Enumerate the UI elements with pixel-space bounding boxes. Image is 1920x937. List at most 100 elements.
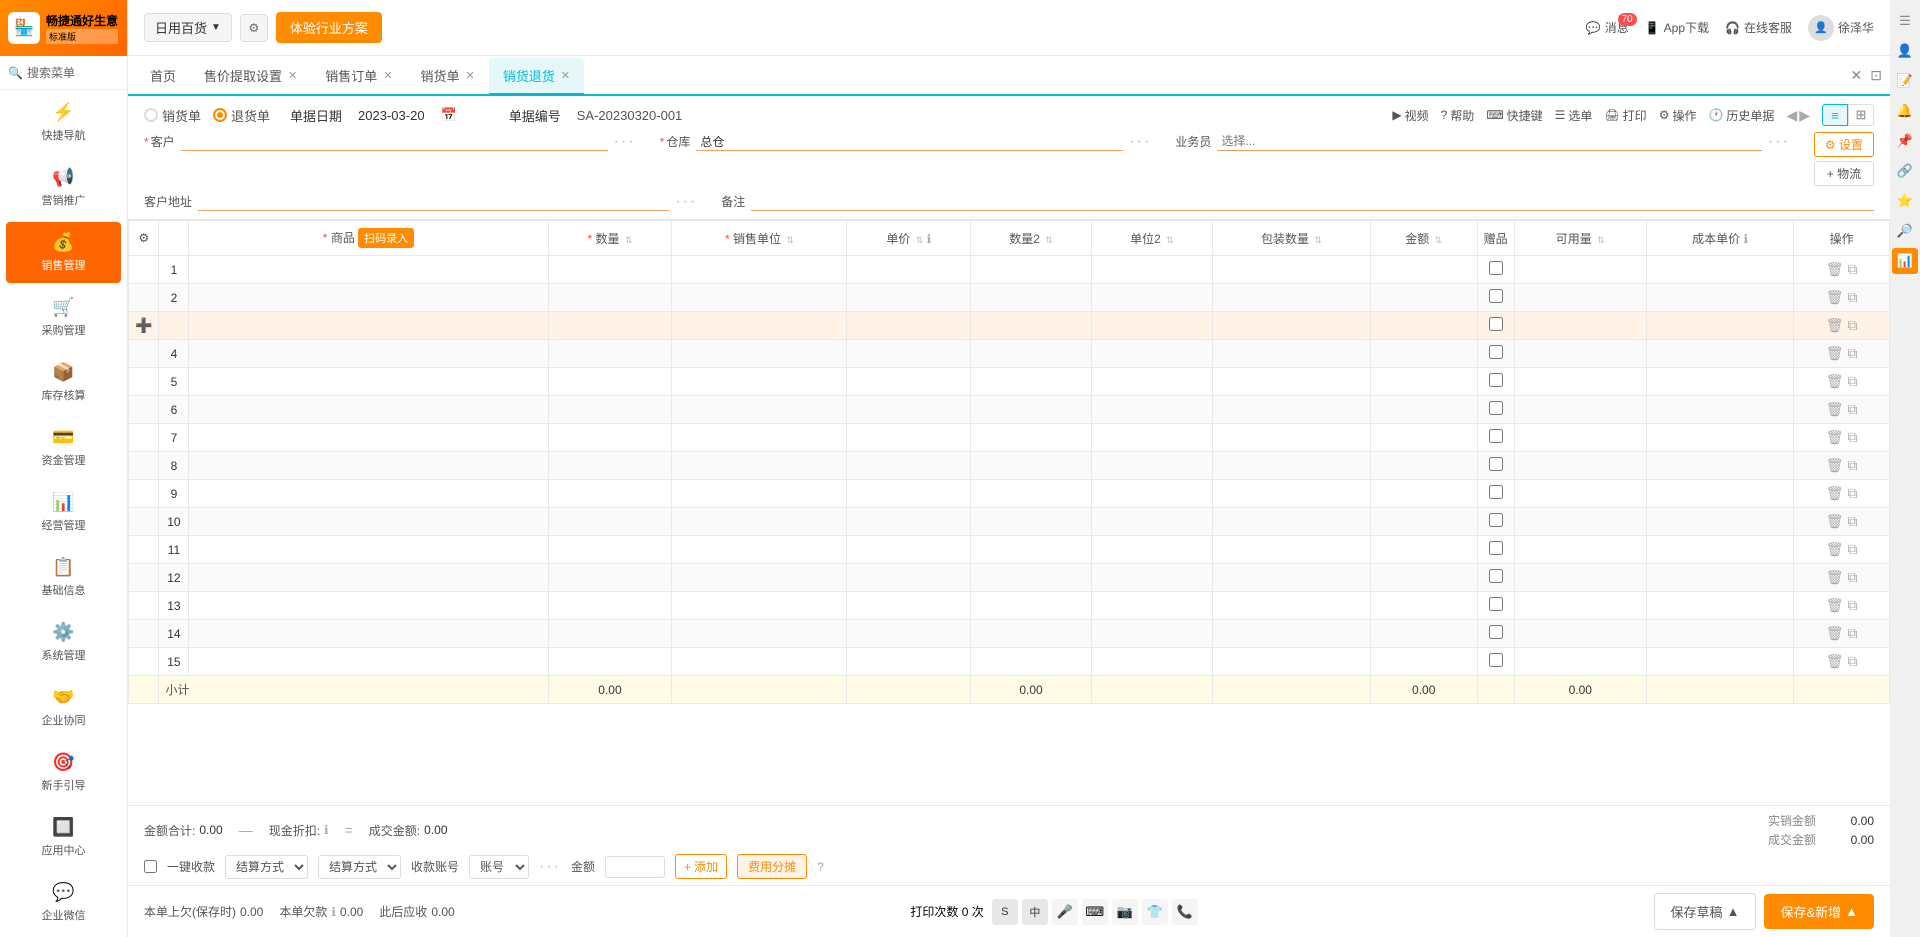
tab-sales-delivery[interactable]: 销货单 ✕: [406, 58, 488, 95]
row-3-price[interactable]: [847, 312, 971, 340]
row-3-delete-icon[interactable]: 🗑: [1826, 317, 1844, 334]
app-download-item[interactable]: 📱 App下载: [1645, 19, 1709, 36]
microphone-icon[interactable]: 🎤: [1052, 899, 1078, 925]
price-sort-icon[interactable]: ⇅: [916, 235, 924, 245]
salesperson-input[interactable]: [1217, 132, 1762, 151]
row-1-cost[interactable]: [1646, 256, 1793, 284]
save-draft-button[interactable]: 保存草稿 ▲: [1654, 893, 1757, 930]
row-delete-icon[interactable]: 🗑: [1826, 485, 1844, 502]
rp-icon-7[interactable]: ⭐: [1892, 188, 1918, 214]
row-delete-icon[interactable]: 🗑: [1826, 401, 1844, 418]
row-2-price[interactable]: [847, 284, 971, 312]
radio-sales[interactable]: 销货单: [144, 106, 201, 125]
save-new-button[interactable]: 保存&新增 ▲: [1764, 894, 1874, 929]
row-1-product[interactable]: [189, 256, 548, 284]
add-payment-btn[interactable]: + 添加: [675, 854, 727, 879]
rp-icon-2[interactable]: 👤: [1892, 38, 1918, 64]
row-delete-icon[interactable]: 🗑: [1826, 373, 1844, 390]
pkg-sort-icon[interactable]: ⇅: [1314, 235, 1322, 245]
sidebar-item-appstore[interactable]: 🔲 应用中心: [6, 807, 121, 868]
tab-sales-return[interactable]: 销货退货 ✕: [489, 58, 584, 95]
tab-maximize-icon[interactable]: ⊡: [1870, 67, 1882, 84]
nav-next-btn[interactable]: ▶: [1799, 107, 1810, 124]
row-copy-icon[interactable]: ⧉: [1848, 345, 1858, 362]
video-btn[interactable]: ▶ 视频: [1392, 107, 1428, 124]
input-method-s-icon[interactable]: S: [992, 899, 1018, 925]
message-icon-item[interactable]: 💬 消息 70: [1586, 19, 1629, 36]
phone-icon[interactable]: 📞: [1172, 899, 1198, 925]
user-item[interactable]: 👤 徐泽华: [1808, 15, 1874, 41]
radio-return[interactable]: 退货单: [213, 106, 270, 125]
one-click-checkbox[interactable]: [144, 860, 157, 873]
row-copy-icon[interactable]: ⧉: [1848, 373, 1858, 390]
row-3-qty2[interactable]: [971, 312, 1092, 340]
row-2-unit2[interactable]: [1091, 284, 1212, 312]
row-copy-icon[interactable]: ⧉: [1848, 541, 1858, 558]
row-copy-icon[interactable]: ⧉: [1848, 569, 1858, 586]
row-copy-icon[interactable]: ⧉: [1848, 513, 1858, 530]
available-sort-icon[interactable]: ⇅: [1597, 235, 1605, 245]
row-2-qty[interactable]: [548, 284, 672, 312]
rp-icon-5[interactable]: 📌: [1892, 128, 1918, 154]
rp-icon-8[interactable]: 🔎: [1892, 218, 1918, 244]
th-gear[interactable]: ⚙: [129, 221, 159, 256]
row-delete-icon[interactable]: 🗑: [1826, 569, 1844, 586]
row-1-unit[interactable]: [672, 256, 847, 284]
row-3-unit[interactable]: [672, 312, 847, 340]
input-method-z-icon[interactable]: 中: [1022, 899, 1048, 925]
sidebar-item-marketing[interactable]: 📢 营销推广: [6, 157, 121, 218]
row-2-gift[interactable]: [1477, 284, 1514, 312]
row-3-amount[interactable]: [1370, 312, 1477, 340]
row-copy-icon[interactable]: ⧉: [1848, 653, 1858, 670]
row-delete-icon[interactable]: 🗑: [1826, 541, 1844, 558]
row-delete-icon[interactable]: 🗑: [1826, 429, 1844, 446]
row-1-delete-icon[interactable]: 🗑: [1826, 261, 1844, 278]
row-1-price[interactable]: [847, 256, 971, 284]
row-1-qty[interactable]: [548, 256, 672, 284]
row-3-cost[interactable]: [1646, 312, 1793, 340]
warehouse-input[interactable]: [696, 132, 1123, 151]
view-list-btn[interactable]: ≡: [1822, 104, 1848, 126]
price-info-icon[interactable]: ℹ: [927, 232, 932, 246]
row-delete-icon[interactable]: 🗑: [1826, 513, 1844, 530]
row-3-pkg[interactable]: [1212, 312, 1370, 340]
row-copy-icon[interactable]: ⧉: [1848, 429, 1858, 446]
row-3-product[interactable]: [189, 312, 548, 340]
tab-close-sales-return[interactable]: ✕: [561, 69, 570, 82]
settlement-method-select[interactable]: 结算方式: [225, 855, 308, 879]
nav-prev-btn[interactable]: ◀: [1786, 107, 1797, 124]
sidebar-item-basic[interactable]: 📋 基础信息: [6, 547, 121, 608]
view-grid-btn[interactable]: ⊞: [1848, 104, 1874, 126]
keyboard-icon2[interactable]: ⌨: [1082, 899, 1108, 925]
tab-close-all-icon[interactable]: ✕: [1851, 67, 1863, 84]
row-3-gift-check[interactable]: [1489, 317, 1503, 331]
account-select[interactable]: 账号: [469, 855, 529, 879]
row-2-cost[interactable]: [1646, 284, 1793, 312]
sidebar-item-enterprise[interactable]: 🤝 企业协同: [6, 677, 121, 738]
help-btn[interactable]: ? 帮助: [1441, 107, 1475, 124]
qty2-sort-icon[interactable]: ⇅: [1045, 235, 1053, 245]
amount-sort-icon[interactable]: ⇅: [1435, 235, 1443, 245]
row-2-pkg[interactable]: [1212, 284, 1370, 312]
logistics-btn[interactable]: + 物流: [1814, 161, 1874, 186]
warehouse-dots[interactable]: ···: [1129, 133, 1151, 151]
unit2-sort-icon[interactable]: ⇅: [1166, 235, 1174, 245]
sidebar-item-guide[interactable]: 🎯 新手引导: [6, 742, 121, 803]
row-3-add-icon[interactable]: ➕: [135, 317, 152, 333]
row-delete-icon[interactable]: 🗑: [1826, 597, 1844, 614]
row-2-product[interactable]: [189, 284, 548, 312]
row-delete-icon[interactable]: 🗑: [1826, 653, 1844, 670]
sidebar-item-inventory[interactable]: 📦 库存核算: [6, 352, 121, 413]
row-3-product-input[interactable]: [195, 319, 541, 333]
rp-icon-3[interactable]: 📝: [1892, 68, 1918, 94]
row-copy-icon[interactable]: ⧉: [1848, 597, 1858, 614]
header-settings-btn[interactable]: ⚙: [240, 14, 268, 42]
scan-input-btn[interactable]: 扫码录入: [358, 228, 414, 248]
row-1-copy-icon[interactable]: ⧉: [1848, 261, 1858, 278]
settings-btn[interactable]: ⚙ 设置: [1814, 132, 1874, 157]
row-3-qty[interactable]: [548, 312, 672, 340]
row-3-available[interactable]: [1514, 312, 1646, 340]
print-btn[interactable]: 🖨 打印: [1604, 107, 1646, 124]
row-1-pkg[interactable]: [1212, 256, 1370, 284]
operate-btn[interactable]: ⚙ 操作: [1659, 107, 1697, 124]
